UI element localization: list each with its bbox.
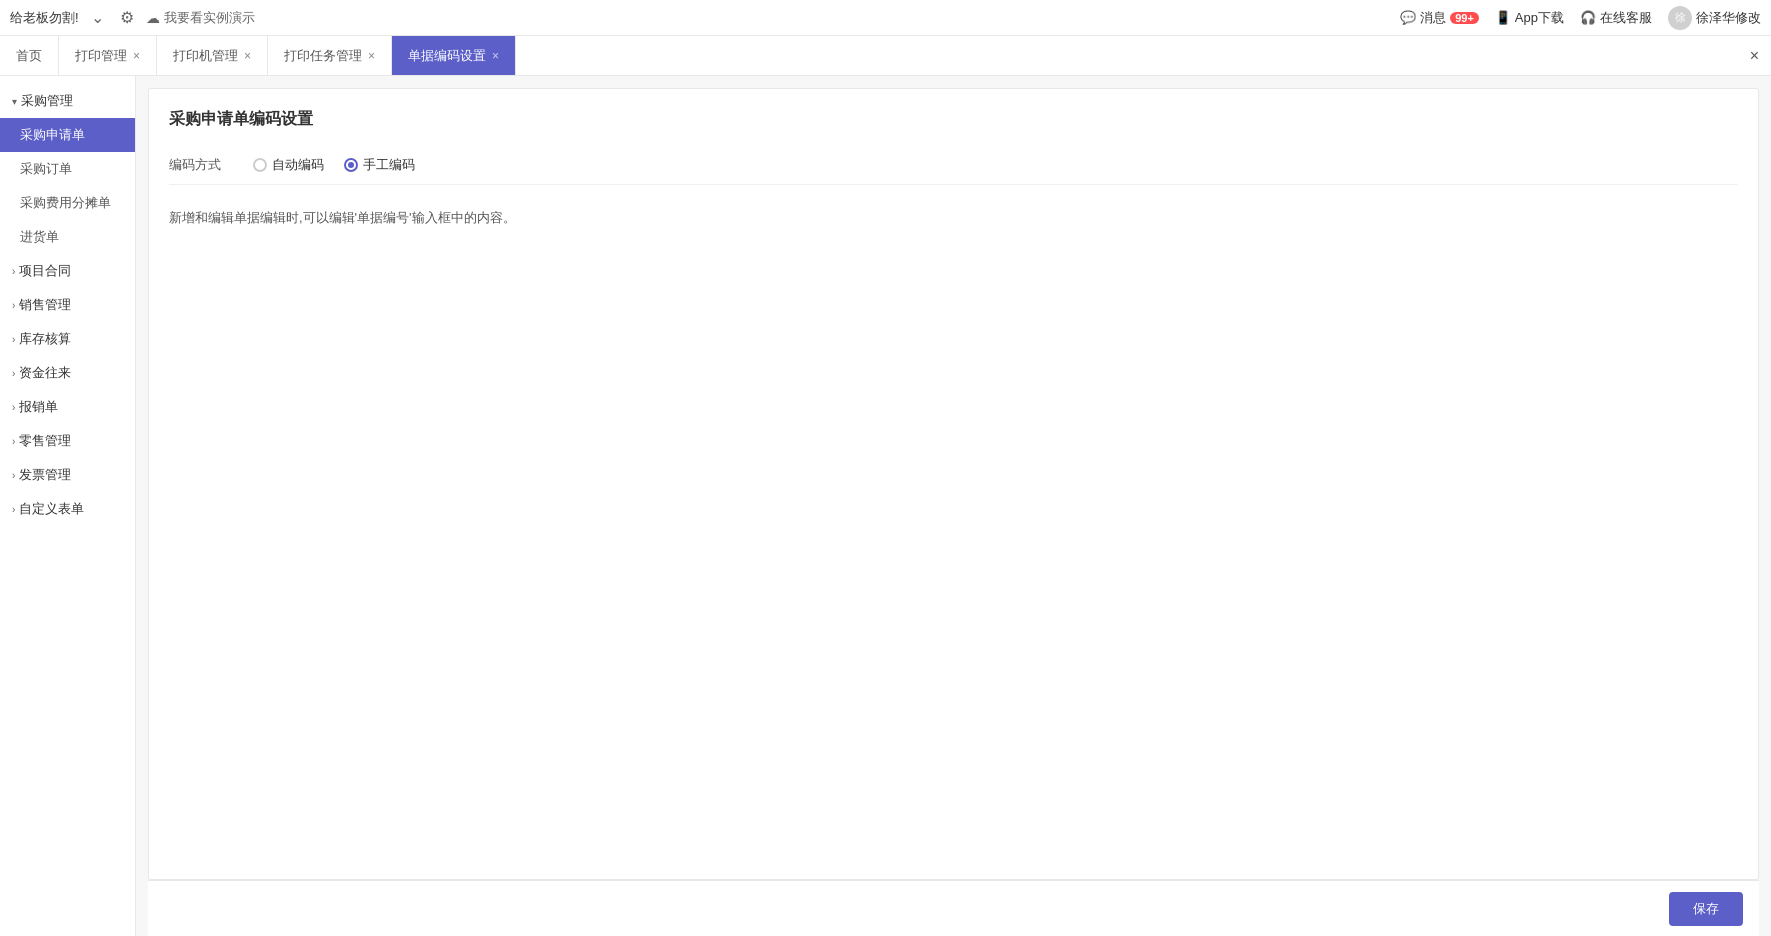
sidebar-group-label-sales-mgmt: 销售管理 bbox=[19, 296, 71, 314]
search-bar[interactable]: ☁ 我要看实例演示 bbox=[146, 9, 255, 27]
sidebar-item-purchase-order[interactable]: 采购订单 bbox=[0, 152, 135, 186]
chevron-right-icon: › bbox=[12, 470, 15, 481]
radio-auto-circle[interactable] bbox=[253, 158, 267, 172]
customer-service-label: 在线客服 bbox=[1600, 9, 1652, 27]
sidebar: ▾ 采购管理 采购申请单 采购订单 采购费用分摊单 进货单 › 项目合同 › 销… bbox=[0, 76, 136, 936]
sidebar-item-goods-receipt[interactable]: 进货单 bbox=[0, 220, 135, 254]
sidebar-group-label-retail: 零售管理 bbox=[19, 432, 71, 450]
settings-icon[interactable]: ⚙ bbox=[116, 6, 138, 29]
chevron-right-icon: › bbox=[12, 368, 15, 379]
tab-barcode-setting-close[interactable]: × bbox=[492, 49, 499, 63]
user-name: 徐泽华修改 bbox=[1696, 9, 1761, 27]
sidebar-group-header-retail[interactable]: › 零售管理 bbox=[0, 424, 135, 458]
hint-text: 新增和编辑单据编辑时,可以编辑'单据编号'输入框中的内容。 bbox=[169, 201, 1738, 235]
content-area: 采购申请单编码设置 编码方式 自动编码 手工编码 新增和编辑单据编辑时,可以编辑… bbox=[136, 76, 1771, 936]
tab-printer-mgmt-close[interactable]: × bbox=[244, 49, 251, 63]
page-title: 采购申请单编码设置 bbox=[169, 109, 1738, 130]
sidebar-group-purchase: ▾ 采购管理 采购申请单 采购订单 采购费用分摊单 进货单 bbox=[0, 84, 135, 254]
sidebar-item-purchase-expense[interactable]: 采购费用分摊单 bbox=[0, 186, 135, 220]
tab-print-task-mgmt[interactable]: 打印任务管理 × bbox=[268, 36, 392, 75]
sidebar-group-header-fund[interactable]: › 资金往来 bbox=[0, 356, 135, 390]
radio-group-encoding: 自动编码 手工编码 bbox=[253, 156, 415, 174]
tab-printer-mgmt[interactable]: 打印机管理 × bbox=[157, 36, 268, 75]
dropdown-button[interactable]: ⌄ bbox=[87, 6, 108, 29]
message-label: 消息 bbox=[1420, 9, 1446, 27]
content-main: 采购申请单编码设置 编码方式 自动编码 手工编码 新增和编辑单据编辑时,可以编辑… bbox=[148, 88, 1759, 880]
sidebar-group-label-project-contract: 项目合同 bbox=[19, 262, 71, 280]
chevron-right-icon: › bbox=[12, 266, 15, 277]
chevron-right-icon: › bbox=[12, 402, 15, 413]
chevron-right-icon: › bbox=[12, 334, 15, 345]
tab-bar: 首页 打印管理 × 打印机管理 × 打印任务管理 × 单据编码设置 × × bbox=[0, 36, 1771, 76]
tab-home-label: 首页 bbox=[16, 47, 42, 65]
brand-logo: 给老板勿割! bbox=[10, 9, 79, 27]
tab-print-mgmt-label: 打印管理 bbox=[75, 47, 127, 65]
customer-service-button[interactable]: 🎧 在线客服 bbox=[1580, 9, 1652, 27]
sidebar-group-label-fund: 资金往来 bbox=[19, 364, 71, 382]
message-badge: 99+ bbox=[1450, 12, 1479, 24]
auto-code-label: 自动编码 bbox=[272, 156, 324, 174]
sidebar-group-label-purchase: 采购管理 bbox=[21, 92, 73, 110]
sidebar-group-label-custom-form: 自定义表单 bbox=[19, 500, 84, 518]
main-layout: ▾ 采购管理 采购申请单 采购订单 采购费用分摊单 进货单 › 项目合同 › 销… bbox=[0, 76, 1771, 936]
sidebar-group-label-inventory: 库存核算 bbox=[19, 330, 71, 348]
avatar: 徐 bbox=[1668, 6, 1692, 30]
radio-manual-code[interactable]: 手工编码 bbox=[344, 156, 415, 174]
message-icon: 💬 bbox=[1400, 10, 1416, 25]
search-text[interactable]: 我要看实例演示 bbox=[164, 9, 255, 27]
app-download-icon: 📱 bbox=[1495, 10, 1511, 25]
global-close-button[interactable]: × bbox=[1738, 47, 1771, 65]
tab-barcode-setting[interactable]: 单据编码设置 × bbox=[392, 36, 516, 75]
sidebar-group-header-project-contract[interactable]: › 项目合同 bbox=[0, 254, 135, 288]
sidebar-group-header-return[interactable]: › 报销单 bbox=[0, 390, 135, 424]
sidebar-group-label-invoice: 发票管理 bbox=[19, 466, 71, 484]
tab-print-mgmt[interactable]: 打印管理 × bbox=[59, 36, 157, 75]
encoding-row: 编码方式 自动编码 手工编码 bbox=[169, 146, 1738, 185]
chevron-right-icon: › bbox=[12, 300, 15, 311]
chevron-right-icon: › bbox=[12, 504, 15, 515]
chevron-down-icon: ▾ bbox=[12, 96, 17, 107]
sidebar-group-header-invoice[interactable]: › 发票管理 bbox=[0, 458, 135, 492]
sidebar-group-header-sales-mgmt[interactable]: › 销售管理 bbox=[0, 288, 135, 322]
tab-home[interactable]: 首页 bbox=[0, 36, 59, 75]
tab-print-mgmt-close[interactable]: × bbox=[133, 49, 140, 63]
save-button[interactable]: 保存 bbox=[1669, 892, 1743, 926]
app-download-button[interactable]: 📱 App下载 bbox=[1495, 9, 1564, 27]
tab-barcode-setting-label: 单据编码设置 bbox=[408, 47, 486, 65]
radio-auto-code[interactable]: 自动编码 bbox=[253, 156, 324, 174]
manual-code-label: 手工编码 bbox=[363, 156, 415, 174]
content-footer: 保存 bbox=[148, 880, 1759, 936]
top-bar-left: 给老板勿割! ⌄ ⚙ ☁ 我要看实例演示 bbox=[10, 6, 255, 29]
tab-printer-mgmt-label: 打印机管理 bbox=[173, 47, 238, 65]
tab-print-task-mgmt-close[interactable]: × bbox=[368, 49, 375, 63]
top-bar-right: 💬 消息 99+ 📱 App下载 🎧 在线客服 徐 徐泽华修改 bbox=[1400, 6, 1761, 30]
message-button[interactable]: 💬 消息 99+ bbox=[1400, 9, 1479, 27]
chevron-right-icon: › bbox=[12, 436, 15, 447]
sidebar-group-header-inventory[interactable]: › 库存核算 bbox=[0, 322, 135, 356]
sidebar-group-header-purchase[interactable]: ▾ 采购管理 bbox=[0, 84, 135, 118]
sidebar-group-header-custom-form[interactable]: › 自定义表单 bbox=[0, 492, 135, 526]
top-bar: 给老板勿割! ⌄ ⚙ ☁ 我要看实例演示 💬 消息 99+ 📱 App下载 🎧 … bbox=[0, 0, 1771, 36]
tab-print-task-mgmt-label: 打印任务管理 bbox=[284, 47, 362, 65]
sidebar-item-purchase-requisition[interactable]: 采购申请单 bbox=[0, 118, 135, 152]
customer-service-icon: 🎧 bbox=[1580, 10, 1596, 25]
user-menu[interactable]: 徐 徐泽华修改 bbox=[1668, 6, 1761, 30]
radio-manual-circle[interactable] bbox=[344, 158, 358, 172]
sidebar-group-label-return: 报销单 bbox=[19, 398, 58, 416]
encoding-label: 编码方式 bbox=[169, 156, 221, 174]
cloud-icon: ☁ bbox=[146, 10, 160, 26]
app-download-label: App下载 bbox=[1515, 9, 1564, 27]
